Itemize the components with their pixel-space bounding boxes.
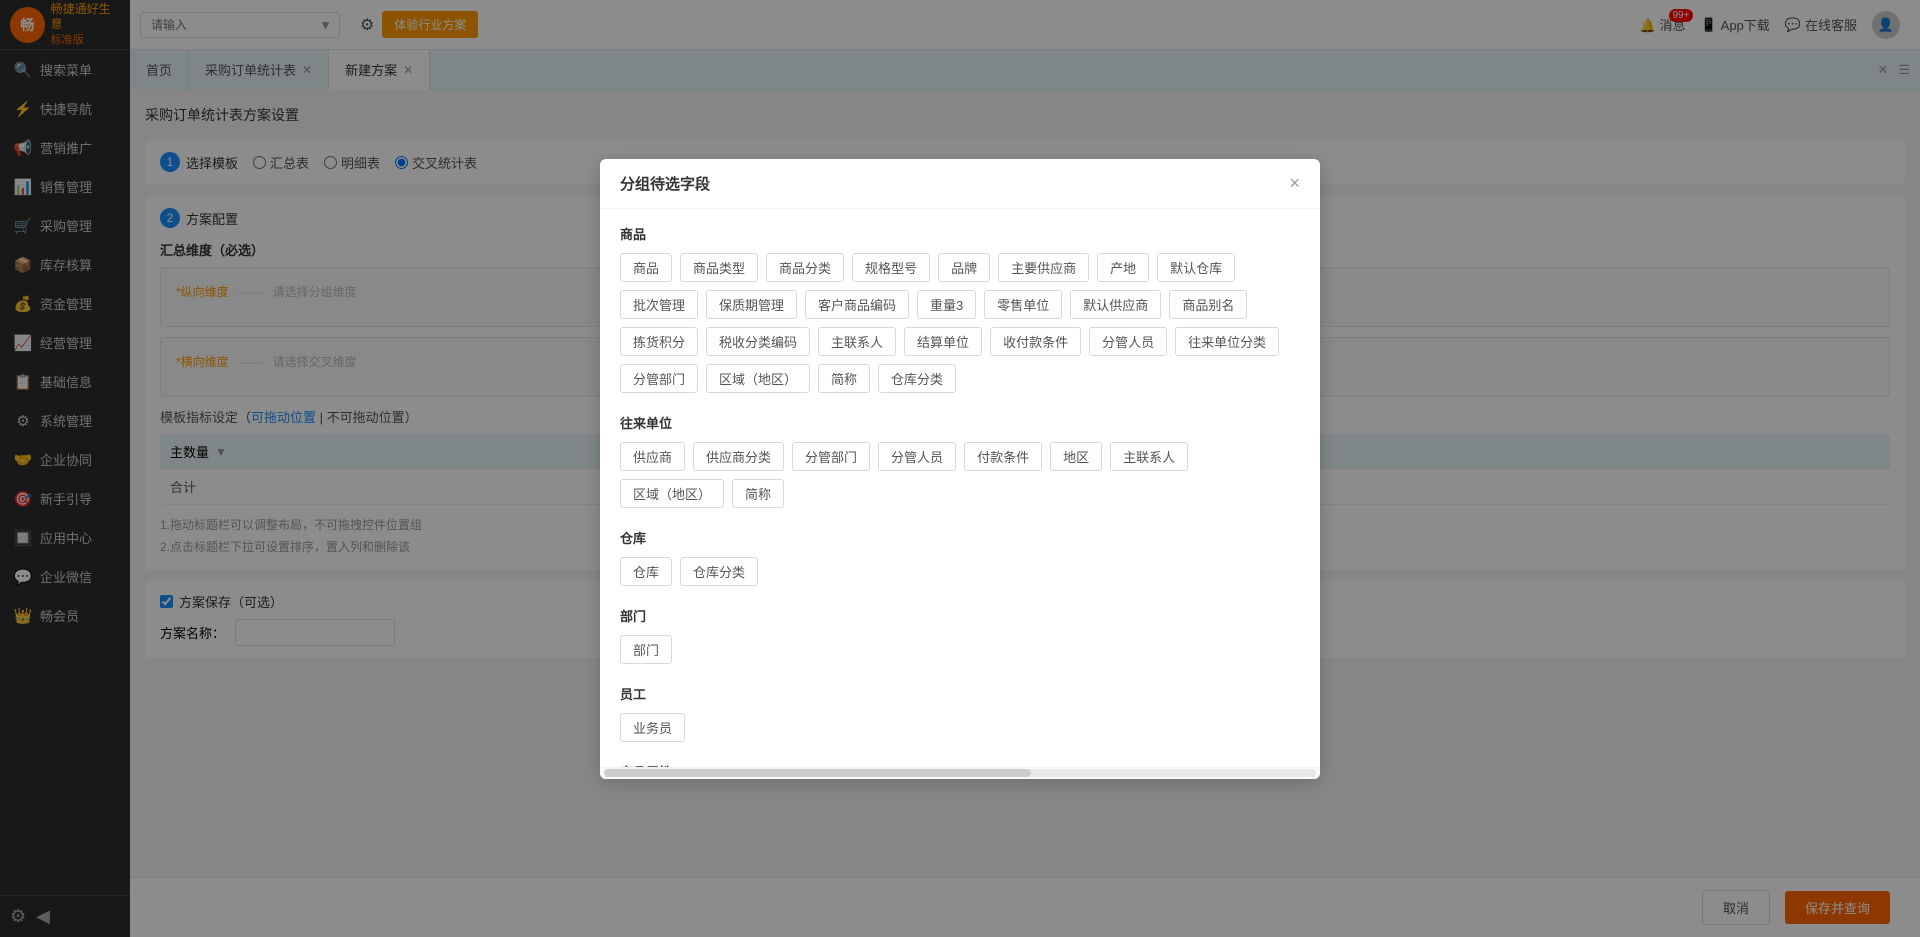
field-section-department: 部门部门 — [620, 606, 1300, 664]
field-tag[interactable]: 结算单位 — [904, 327, 982, 356]
field-tag[interactable]: 客户商品编码 — [805, 290, 909, 319]
field-tag[interactable]: 商品类型 — [680, 253, 758, 282]
field-tag[interactable]: 规格型号 — [852, 253, 930, 282]
field-section-title-warehouse: 仓库 — [620, 528, 1300, 547]
field-tag[interactable]: 默认仓库 — [1157, 253, 1235, 282]
field-section-title-department: 部门 — [620, 606, 1300, 625]
field-section-title-counterpart: 往来单位 — [620, 413, 1300, 432]
field-tag[interactable]: 主联系人 — [818, 327, 896, 356]
field-section-title-goods: 商品 — [620, 224, 1300, 243]
field-tag[interactable]: 区域（地区） — [620, 479, 724, 508]
modal-body: 商品商品商品类型商品分类规格型号品牌主要供应商产地默认仓库批次管理保质期管理客户… — [600, 209, 1320, 767]
field-section-employee: 员工业务员 — [620, 684, 1300, 742]
modal-dialog: 分组待选字段 × 商品商品商品类型商品分类规格型号品牌主要供应商产地默认仓库批次… — [600, 159, 1320, 779]
field-tag[interactable]: 重量3 — [917, 290, 976, 319]
field-tag[interactable]: 地区 — [1050, 442, 1102, 471]
field-tag[interactable]: 品牌 — [938, 253, 990, 282]
field-tag[interactable]: 供应商分类 — [693, 442, 784, 471]
field-tag[interactable]: 税收分类编码 — [706, 327, 810, 356]
modal-horizontal-scrollbar[interactable] — [600, 767, 1320, 779]
field-tag[interactable]: 商品分类 — [766, 253, 844, 282]
field-tags-counterpart: 供应商供应商分类分管部门分管人员付款条件地区主联系人区域（地区） 简称 — [620, 442, 1300, 508]
field-tag[interactable]: 分管部门 — [620, 364, 698, 393]
field-tag[interactable]: 保质期管理 — [706, 290, 797, 319]
field-tag[interactable]: 仓库分类 — [680, 557, 758, 586]
field-tag[interactable]: 往来单位分类 — [1175, 327, 1279, 356]
field-tag[interactable]: 拣货积分 — [620, 327, 698, 356]
field-tag[interactable]: 主联系人 — [1110, 442, 1188, 471]
field-tag[interactable]: 供应商 — [620, 442, 685, 471]
field-tag[interactable]: 简称 — [732, 479, 784, 508]
field-tag[interactable]: 商品 — [620, 253, 672, 282]
field-tag[interactable]: 产地 — [1097, 253, 1149, 282]
modal-title: 分组待选字段 — [620, 173, 710, 194]
field-tag[interactable]: 零售单位 — [984, 290, 1062, 319]
field-tag[interactable]: 简称 — [818, 364, 870, 393]
field-tags-warehouse: 仓库仓库分类 — [620, 557, 1300, 586]
field-tags-goods: 商品商品类型商品分类规格型号品牌主要供应商产地默认仓库批次管理保质期管理客户商品… — [620, 253, 1300, 393]
field-section-goods: 商品商品商品类型商品分类规格型号品牌主要供应商产地默认仓库批次管理保质期管理客户… — [620, 224, 1300, 393]
modal-header: 分组待选字段 × — [600, 159, 1320, 209]
field-section-title-employee: 员工 — [620, 684, 1300, 703]
modal-overlay: 分组待选字段 × 商品商品商品类型商品分类规格型号品牌主要供应商产地默认仓库批次… — [0, 0, 1920, 937]
field-tag[interactable]: 批次管理 — [620, 290, 698, 319]
modal-hscroll-track — [604, 769, 1316, 777]
field-tags-department: 部门 — [620, 635, 1300, 664]
field-tag[interactable]: 默认供应商 — [1070, 290, 1161, 319]
field-tag[interactable]: 区域（地区） — [706, 364, 810, 393]
modal-hscroll-thumb — [604, 769, 1031, 777]
field-tag[interactable]: 收付款条件 — [990, 327, 1081, 356]
modal-close-button[interactable]: × — [1289, 173, 1300, 194]
field-tags-employee: 业务员 — [620, 713, 1300, 742]
field-tag[interactable]: 主要供应商 — [998, 253, 1089, 282]
field-tag[interactable]: 业务员 — [620, 713, 685, 742]
field-tag[interactable]: 仓库分类 — [878, 364, 956, 393]
field-section-warehouse: 仓库仓库仓库分类 — [620, 528, 1300, 586]
field-tag[interactable]: 商品别名 — [1169, 290, 1247, 319]
field-tag[interactable]: 分管人员 — [1089, 327, 1167, 356]
field-tag[interactable]: 仓库 — [620, 557, 672, 586]
field-tag[interactable]: 分管人员 — [878, 442, 956, 471]
field-tag[interactable]: 分管部门 — [792, 442, 870, 471]
field-tag[interactable]: 部门 — [620, 635, 672, 664]
field-section-counterpart: 往来单位供应商供应商分类分管部门分管人员付款条件地区主联系人区域（地区） 简称 — [620, 413, 1300, 508]
field-tag[interactable]: 付款条件 — [964, 442, 1042, 471]
